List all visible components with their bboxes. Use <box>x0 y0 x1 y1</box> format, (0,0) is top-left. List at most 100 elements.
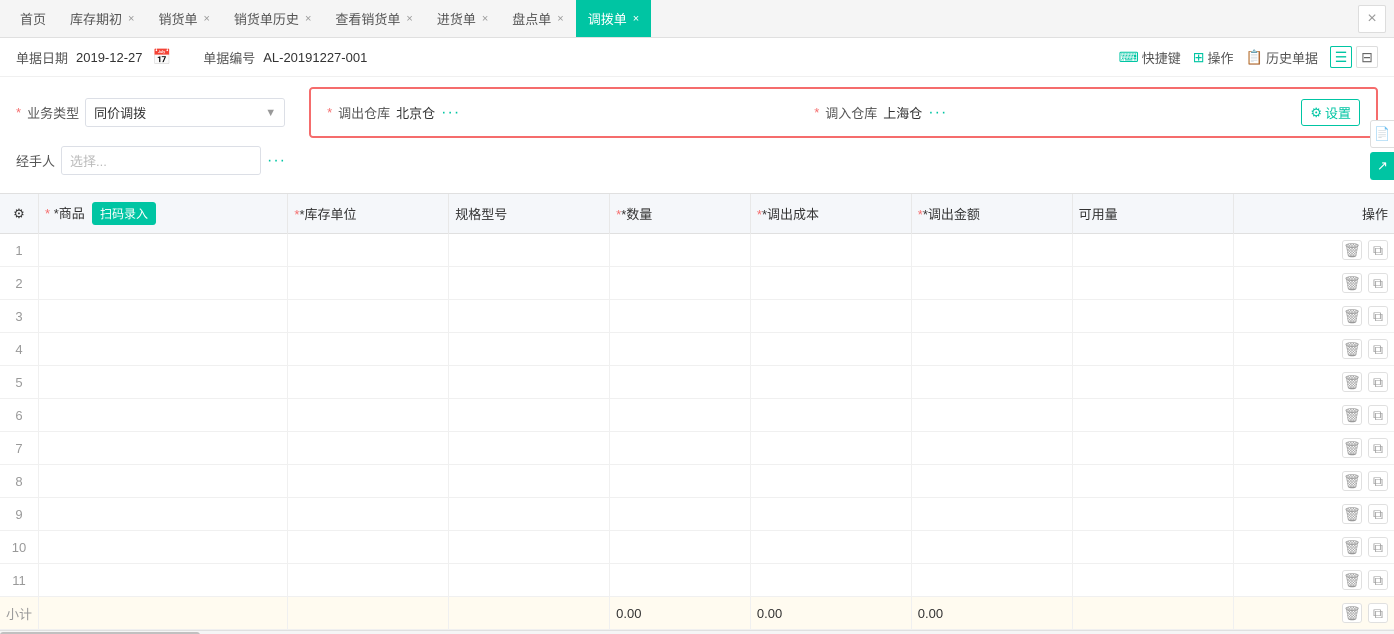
product-cell[interactable] <box>39 432 288 465</box>
cost-cell[interactable] <box>750 234 911 267</box>
cost-cell[interactable] <box>750 366 911 399</box>
qty-cell[interactable] <box>610 399 751 432</box>
amount-cell[interactable] <box>911 366 1072 399</box>
cost-cell[interactable] <box>750 564 911 597</box>
copy-icon[interactable]: ⧉ <box>1368 504 1388 524</box>
avail-cell[interactable] <box>1072 267 1233 300</box>
tab-purchase-order-close[interactable]: × <box>482 13 488 25</box>
delete-icon[interactable]: 🗑 <box>1342 570 1362 590</box>
history-btn[interactable]: 📋 历史单据 <box>1246 48 1318 67</box>
copy-icon[interactable]: ⧉ <box>1368 372 1388 392</box>
unit-cell[interactable] <box>288 531 449 564</box>
qty-cell[interactable] <box>610 531 751 564</box>
copy-icon[interactable]: ⧉ <box>1368 339 1388 359</box>
tab-inventory-init-close[interactable]: × <box>128 13 134 25</box>
spec-cell[interactable] <box>449 234 610 267</box>
layout-list-icon[interactable]: ☰ <box>1330 46 1352 68</box>
unit-cell[interactable] <box>288 300 449 333</box>
amount-cell[interactable] <box>911 531 1072 564</box>
amount-cell[interactable] <box>911 333 1072 366</box>
delete-icon[interactable]: 🗑 <box>1342 306 1362 326</box>
copy-icon[interactable]: ⧉ <box>1368 570 1388 590</box>
copy-icon[interactable]: ⧉ <box>1368 471 1388 491</box>
layout-grid-icon[interactable]: ⊟ <box>1356 46 1378 68</box>
delete-icon[interactable]: 🗑 <box>1342 438 1362 458</box>
cost-cell[interactable] <box>750 300 911 333</box>
shortcut-btn[interactable]: ⌨ 快捷键 <box>1119 48 1181 67</box>
avail-cell[interactable] <box>1072 366 1233 399</box>
qty-cell[interactable] <box>610 564 751 597</box>
avail-cell[interactable] <box>1072 399 1233 432</box>
spec-cell[interactable] <box>449 465 610 498</box>
delete-icon[interactable]: 🗑 <box>1342 471 1362 491</box>
settings-col-header[interactable]: ⚙ <box>0 194 39 234</box>
settings-btn[interactable]: ⚙ 设置 <box>1301 99 1360 126</box>
cost-cell[interactable] <box>750 333 911 366</box>
cost-cell[interactable] <box>750 498 911 531</box>
cost-cell[interactable] <box>750 432 911 465</box>
tab-sales-order[interactable]: 销货单 × <box>146 0 221 37</box>
unit-cell[interactable] <box>288 465 449 498</box>
product-cell[interactable] <box>39 564 288 597</box>
operation-btn[interactable]: ⊞ 操作 <box>1193 48 1234 67</box>
delete-icon[interactable]: 🗑 <box>1342 504 1362 524</box>
tab-home[interactable]: 首页 <box>8 0 58 37</box>
spec-cell[interactable] <box>449 531 610 564</box>
unit-cell[interactable] <box>288 399 449 432</box>
tab-sales-order-close[interactable]: × <box>203 13 209 25</box>
subtotal-copy-icon[interactable]: ⧉ <box>1368 603 1388 623</box>
tab-view-sales-close[interactable]: × <box>406 13 412 25</box>
avail-cell[interactable] <box>1072 300 1233 333</box>
unit-cell[interactable] <box>288 333 449 366</box>
copy-icon[interactable]: ⧉ <box>1368 405 1388 425</box>
subtotal-delete-icon[interactable]: 🗑 <box>1342 603 1362 623</box>
avail-cell[interactable] <box>1072 564 1233 597</box>
amount-cell[interactable] <box>911 267 1072 300</box>
product-cell[interactable] <box>39 399 288 432</box>
avail-cell[interactable] <box>1072 531 1233 564</box>
biz-type-select[interactable]: 同价调拨 ▼ <box>85 98 285 127</box>
qty-cell[interactable] <box>610 333 751 366</box>
scan-btn[interactable]: 扫码录入 <box>92 202 156 225</box>
out-warehouse-more[interactable]: ··· <box>441 104 460 122</box>
copy-icon[interactable]: ⧉ <box>1368 438 1388 458</box>
product-cell[interactable] <box>39 366 288 399</box>
product-cell[interactable] <box>39 267 288 300</box>
amount-cell[interactable] <box>911 234 1072 267</box>
qty-cell[interactable] <box>610 366 751 399</box>
handler-more[interactable]: ··· <box>267 152 286 170</box>
spec-cell[interactable] <box>449 333 610 366</box>
qty-cell[interactable] <box>610 234 751 267</box>
delete-icon[interactable]: 🗑 <box>1342 537 1362 557</box>
unit-cell[interactable] <box>288 366 449 399</box>
avail-cell[interactable] <box>1072 432 1233 465</box>
product-cell[interactable] <box>39 333 288 366</box>
avail-cell[interactable] <box>1072 333 1233 366</box>
amount-cell[interactable] <box>911 465 1072 498</box>
delete-icon[interactable]: 🗑 <box>1342 240 1362 260</box>
delete-icon[interactable]: 🗑 <box>1342 372 1362 392</box>
tab-purchase-order[interactable]: 进货单 × <box>425 0 500 37</box>
avail-cell[interactable] <box>1072 498 1233 531</box>
calendar-icon[interactable]: 📅 <box>153 48 172 66</box>
cost-cell[interactable] <box>750 465 911 498</box>
qty-cell[interactable] <box>610 498 751 531</box>
delete-icon[interactable]: 🗑 <box>1342 405 1362 425</box>
unit-cell[interactable] <box>288 234 449 267</box>
tab-inventory-count[interactable]: 盘点单 × <box>500 0 575 37</box>
product-cell[interactable] <box>39 498 288 531</box>
spec-cell[interactable] <box>449 399 610 432</box>
amount-cell[interactable] <box>911 300 1072 333</box>
cost-cell[interactable] <box>750 267 911 300</box>
tab-sales-history-close[interactable]: × <box>305 13 311 25</box>
spec-cell[interactable] <box>449 366 610 399</box>
avail-cell[interactable] <box>1072 465 1233 498</box>
amount-cell[interactable] <box>911 498 1072 531</box>
in-warehouse-more[interactable]: ··· <box>928 104 947 122</box>
spec-cell[interactable] <box>449 432 610 465</box>
delete-icon[interactable]: 🗑 <box>1342 339 1362 359</box>
amount-cell[interactable] <box>911 399 1072 432</box>
amount-cell[interactable] <box>911 564 1072 597</box>
copy-icon[interactable]: ⧉ <box>1368 240 1388 260</box>
copy-icon[interactable]: ⧉ <box>1368 273 1388 293</box>
